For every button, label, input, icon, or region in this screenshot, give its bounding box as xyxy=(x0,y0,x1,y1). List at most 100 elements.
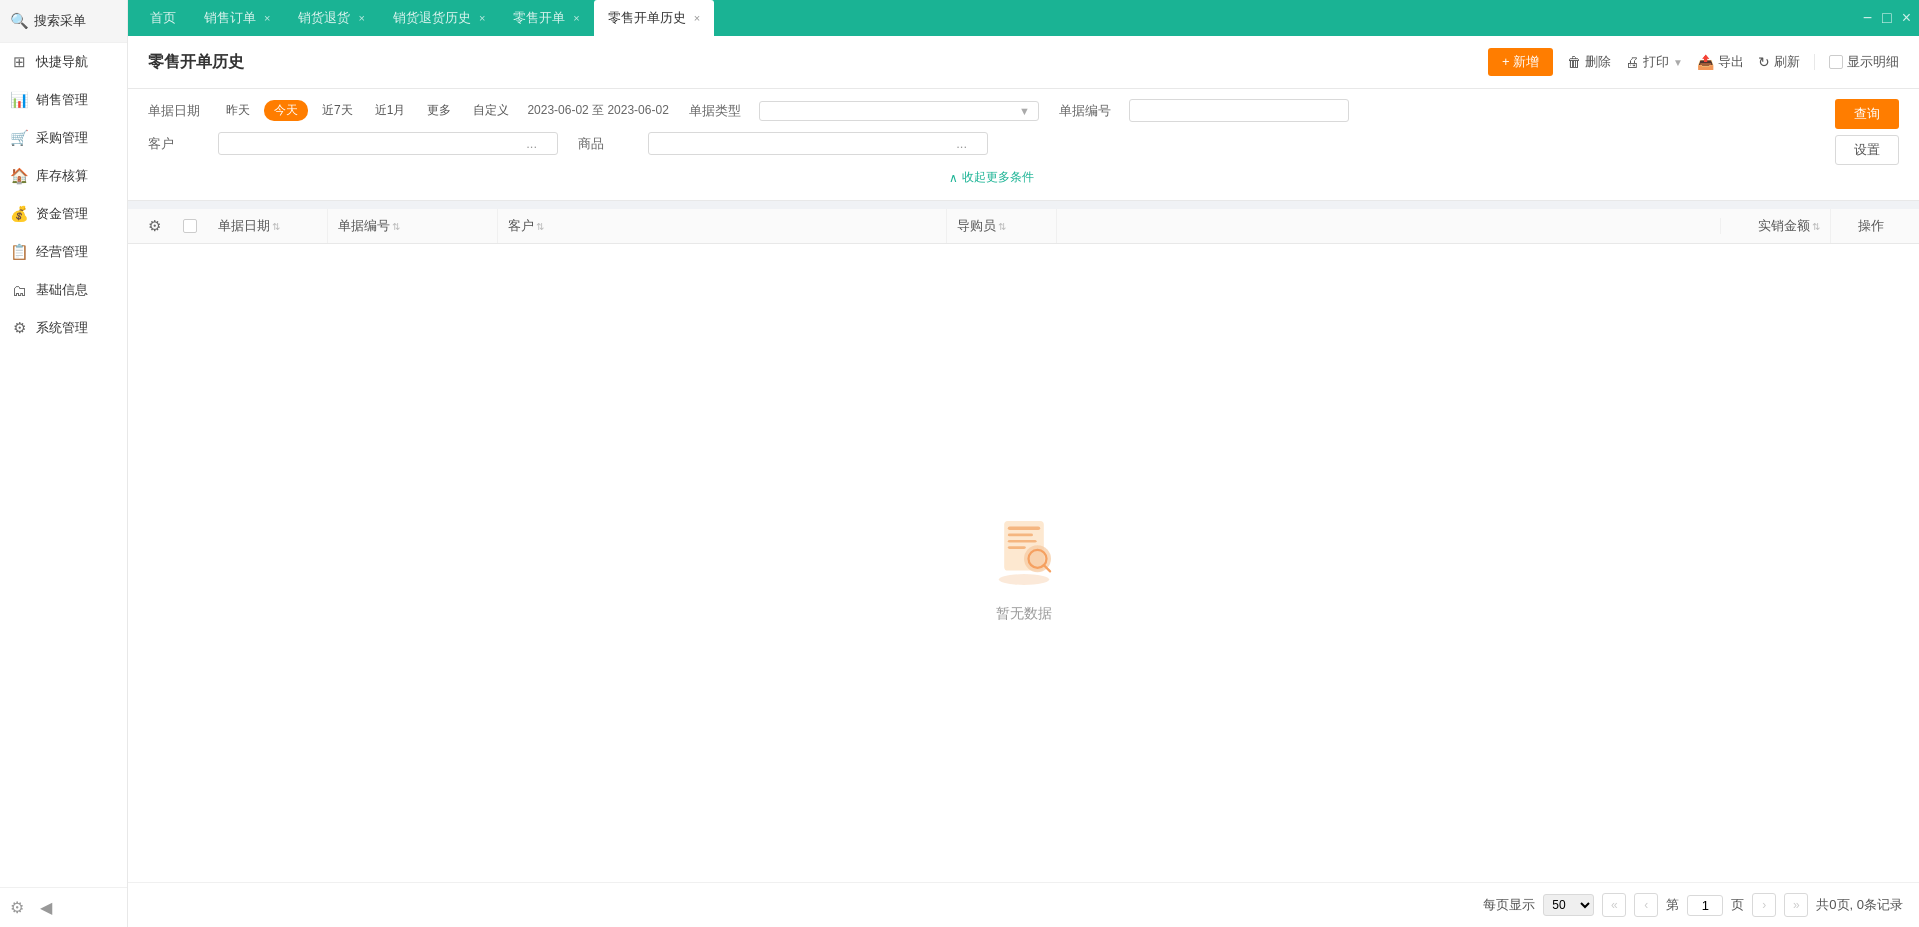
customer-input[interactable]: ... xyxy=(218,132,558,155)
no-input[interactable] xyxy=(1129,99,1349,122)
sort-guide[interactable]: 导购员 ⇅ xyxy=(957,217,1006,235)
tab-sales-return-history[interactable]: 销货退货历史 × xyxy=(379,0,499,36)
next-page-btn[interactable]: › xyxy=(1752,893,1776,917)
svg-rect-3 xyxy=(1007,534,1032,537)
display-columns-checkbox[interactable] xyxy=(1829,55,1843,69)
new-button[interactable]: + 新增 xyxy=(1488,48,1553,76)
first-page-btn[interactable]: « xyxy=(1602,893,1626,917)
quick-nav-icon: ⊞ xyxy=(10,53,28,71)
goods-input[interactable]: ... xyxy=(648,132,988,155)
th-guide: 导购员 ⇅ xyxy=(947,209,1057,243)
sidebar-search[interactable]: 🔍 搜索采单 xyxy=(0,0,127,43)
export-icon: 📤 xyxy=(1697,54,1714,70)
sidebar-item-label: 采购管理 xyxy=(36,129,88,147)
th-action: 操作 xyxy=(1831,209,1911,243)
sidebar-item-sales-mgmt[interactable]: 📊 销售管理 xyxy=(0,81,127,119)
tab-retail-history-close[interactable]: × xyxy=(694,12,700,24)
table-header: ⚙ 单据日期 ⇅ 单据编号 ⇅ xyxy=(128,209,1919,244)
goods-filter-col: 商品 ... xyxy=(578,132,988,155)
export-label: 导出 xyxy=(1718,53,1744,71)
customer-dots: ... xyxy=(526,136,537,151)
close-btn[interactable]: × xyxy=(1902,9,1911,27)
th-amount-label: 实销金额 xyxy=(1758,217,1810,235)
next-page-icon: › xyxy=(1762,898,1766,912)
per-page-select[interactable]: 50 20 100 xyxy=(1543,894,1594,916)
tab-sales-return-history-close[interactable]: × xyxy=(479,12,485,24)
7days-btn[interactable]: 近7天 xyxy=(314,100,361,121)
settings-bottom-icon[interactable]: ⚙ xyxy=(10,898,24,917)
sidebar-search-label: 搜索采单 xyxy=(34,12,86,30)
tab-retail-history[interactable]: 零售开单历史 × xyxy=(594,0,714,36)
type-filter-col: 单据类型 ▼ xyxy=(689,99,1039,122)
maximize-btn[interactable]: □ xyxy=(1882,9,1892,27)
sort-amount[interactable]: 实销金额 ⇅ xyxy=(1758,217,1820,235)
table-settings-icon[interactable]: ⚙ xyxy=(148,217,161,235)
empty-icon xyxy=(979,503,1069,593)
print-button[interactable]: 🖨 打印 ▼ xyxy=(1625,53,1683,71)
page-input[interactable] xyxy=(1687,895,1723,916)
tab-home[interactable]: 首页 xyxy=(136,0,190,36)
sidebar-item-basic-info[interactable]: 🗂 基础信息 xyxy=(0,271,127,309)
tab-sales-return[interactable]: 销货退货 × xyxy=(284,0,378,36)
sort-date[interactable]: 单据日期 ⇅ xyxy=(218,217,280,235)
search-icon: 🔍 xyxy=(10,12,28,30)
sort-customer[interactable]: 客户 ⇅ xyxy=(508,217,544,235)
select-all-checkbox[interactable] xyxy=(183,219,197,233)
last-page-icon: » xyxy=(1793,898,1800,912)
no-label: 单据编号 xyxy=(1059,102,1119,120)
sidebar-item-label: 资金管理 xyxy=(36,205,88,223)
th-customer: 客户 ⇅ xyxy=(498,209,947,243)
sidebar-item-operations[interactable]: 📋 经营管理 xyxy=(0,233,127,271)
tab-retail-open[interactable]: 零售开单 × xyxy=(499,0,593,36)
th-spacer xyxy=(1057,218,1721,234)
sidebar-item-inventory[interactable]: 🏠 库存核算 xyxy=(0,157,127,195)
today-btn[interactable]: 今天 xyxy=(264,100,308,121)
collapse-btn[interactable]: ∧ 收起更多条件 xyxy=(148,165,1835,190)
export-button[interactable]: 📤 导出 xyxy=(1697,53,1744,71)
refresh-button[interactable]: ↻ 刷新 xyxy=(1758,53,1800,71)
th-customer-label: 客户 xyxy=(508,217,534,235)
print-icon: 🖨 xyxy=(1625,54,1639,70)
tab-retail-open-close[interactable]: × xyxy=(573,12,579,24)
tab-sales-order-close[interactable]: × xyxy=(264,12,270,24)
sidebar-item-system[interactable]: ⚙ 系统管理 xyxy=(0,309,127,347)
page-suffix: 页 xyxy=(1731,896,1744,914)
sort-no[interactable]: 单据编号 ⇅ xyxy=(338,217,400,235)
collapse-text: 收起更多条件 xyxy=(962,169,1034,186)
custom-btn[interactable]: 自定义 xyxy=(465,100,517,121)
last-page-btn[interactable]: » xyxy=(1784,893,1808,917)
refresh-icon: ↻ xyxy=(1758,54,1770,70)
content-area: 零售开单历史 + 新增 🗑 删除 🖨 打印 ▼ 📤 导出 xyxy=(128,36,1919,927)
no-filter-col: 单据编号 xyxy=(1059,99,1349,122)
system-icon: ⚙ xyxy=(10,319,28,337)
print-dropdown-icon[interactable]: ▼ xyxy=(1673,57,1683,68)
total-info: 共0页, 0条记录 xyxy=(1816,896,1903,914)
filter-row-1: 单据日期 昨天 今天 近7天 近1月 更多 自定义 2023-06-02 至 2… xyxy=(148,99,1835,132)
tab-sales-order[interactable]: 销售订单 × xyxy=(190,0,284,36)
sidebar-item-finance[interactable]: 💰 资金管理 xyxy=(0,195,127,233)
page-title: 零售开单历史 xyxy=(148,52,244,73)
1month-btn[interactable]: 近1月 xyxy=(367,100,414,121)
prev-page-btn[interactable]: ‹ xyxy=(1634,893,1658,917)
sort-customer-icon: ⇅ xyxy=(536,221,544,232)
more-btn[interactable]: 更多 xyxy=(419,100,459,121)
th-date: 单据日期 ⇅ xyxy=(208,209,328,243)
set-button[interactable]: 设置 xyxy=(1835,135,1899,165)
svg-rect-5 xyxy=(1007,546,1025,549)
yesterday-btn[interactable]: 昨天 xyxy=(218,100,258,121)
delete-button[interactable]: 🗑 删除 xyxy=(1567,53,1611,71)
collapse-sidebar-icon[interactable]: ◀ xyxy=(40,898,52,917)
date-buttons: 昨天 今天 近7天 近1月 更多 自定义 xyxy=(218,100,517,121)
sidebar-item-quick-nav[interactable]: ⊞ 快捷导航 xyxy=(0,43,127,81)
minimize-btn[interactable]: − xyxy=(1863,9,1872,27)
type-label: 单据类型 xyxy=(689,102,749,120)
filter-row-2: 客户 ... 商品 ... xyxy=(148,132,1835,165)
type-select[interactable]: ▼ xyxy=(759,101,1039,121)
tab-sales-return-close[interactable]: × xyxy=(358,12,364,24)
query-button[interactable]: 查询 xyxy=(1835,99,1899,129)
sidebar-bottom: ⚙ ◀ xyxy=(0,887,127,927)
tab-retail-open-label: 零售开单 xyxy=(513,9,565,27)
tab-home-label: 首页 xyxy=(150,9,176,27)
display-columns-toggle[interactable]: 显示明细 xyxy=(1829,53,1899,71)
sidebar-item-purchase-mgmt[interactable]: 🛒 采购管理 xyxy=(0,119,127,157)
